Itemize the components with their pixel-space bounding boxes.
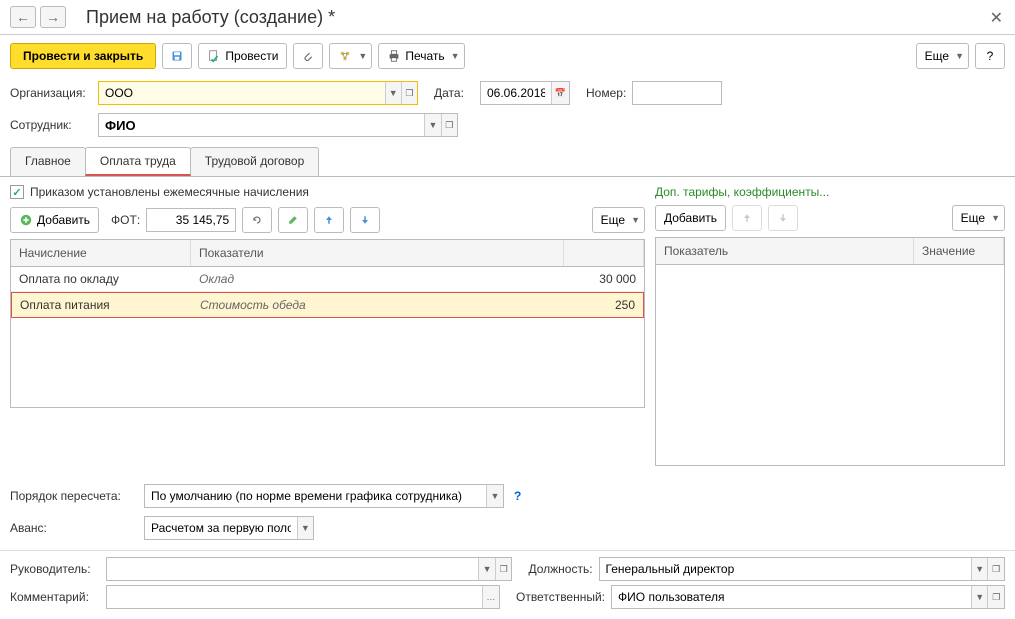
paperclip-icon <box>302 49 314 63</box>
chevron-down-icon[interactable]: ▼ <box>971 558 988 580</box>
fot-input[interactable] <box>146 208 236 232</box>
table-row[interactable]: Оплата питания Стоимость обеда 250 <box>11 292 644 318</box>
tab-content: ✓ Приказом установлены ежемесячные начис… <box>0 176 1015 474</box>
footer: Руководитель: ▼ ❐ Должность: ▼ ❐ Коммент… <box>0 550 1015 619</box>
chevron-down-icon[interactable]: ▼ <box>478 558 495 580</box>
help-icon[interactable]: ? <box>514 489 521 503</box>
move-up-right-button[interactable] <box>732 205 762 231</box>
accruals-grid: Начисление Показатели Оплата по окладу О… <box>10 239 645 408</box>
close-icon[interactable]: ✕ <box>990 8 1003 28</box>
indicators-grid: Показатель Значение <box>655 237 1005 466</box>
chevron-down-icon: ▼ <box>358 51 367 61</box>
plus-icon <box>19 213 33 227</box>
attach-button[interactable] <box>293 43 323 69</box>
ellipsis-icon[interactable]: … <box>482 586 499 608</box>
refresh-button[interactable] <box>242 207 272 233</box>
submit-close-button[interactable]: Провести и закрыть <box>10 43 156 69</box>
arrow-down-icon <box>359 213 371 227</box>
save-icon <box>171 49 183 63</box>
move-up-button[interactable] <box>314 207 344 233</box>
add-accrual-button[interactable]: Добавить <box>10 207 99 233</box>
table-row[interactable]: Оплата по окладу Оклад 30 000 <box>11 267 644 292</box>
process-icon <box>207 49 221 63</box>
open-icon[interactable]: ❐ <box>495 558 512 580</box>
responsible-input[interactable]: ▼ ❐ <box>611 585 1005 609</box>
open-icon[interactable]: ❐ <box>987 558 1004 580</box>
chevron-down-icon: ▼ <box>955 51 964 61</box>
move-down-right-button[interactable] <box>768 205 798 231</box>
manager-label: Руководитель: <box>10 562 100 576</box>
nav-forward-button[interactable]: → <box>40 6 66 28</box>
more-accruals-button[interactable]: Еще ▼ <box>592 207 645 233</box>
number-label: Номер: <box>586 86 626 100</box>
chevron-down-icon: ▼ <box>631 215 640 225</box>
position-label: Должность: <box>528 562 592 576</box>
pencil-icon <box>287 213 299 227</box>
arrow-down-icon <box>777 211 789 225</box>
tab-contract[interactable]: Трудовой договор <box>190 147 319 176</box>
tabs: Главное Оплата труда Трудовой договор <box>0 147 1015 176</box>
responsible-label: Ответственный: <box>516 590 605 604</box>
related-icon <box>338 49 352 63</box>
employee-input[interactable]: ▼ ❐ <box>98 113 458 137</box>
chevron-down-icon[interactable]: ▼ <box>297 517 313 539</box>
col-value: Значение <box>914 238 1004 264</box>
chevron-down-icon[interactable]: ▼ <box>424 114 440 136</box>
monthly-accruals-checkbox[interactable]: ✓ <box>10 185 24 199</box>
open-icon[interactable]: ❐ <box>987 586 1004 608</box>
fot-label: ФОТ: <box>111 213 140 227</box>
col-accrual: Начисление <box>11 240 191 266</box>
comment-input[interactable]: … <box>106 585 500 609</box>
more-right-button[interactable]: Еще ▼ <box>952 205 1005 231</box>
edit-button[interactable] <box>278 207 308 233</box>
refresh-icon <box>251 213 263 227</box>
move-down-button[interactable] <box>350 207 380 233</box>
main-toolbar: Провести и закрыть Провести ▼ Печать ▼ Е… <box>0 35 1015 77</box>
print-button[interactable]: Печать ▼ <box>378 43 464 69</box>
col-indicator: Показатель <box>656 238 914 264</box>
process-button[interactable]: Провести <box>198 43 287 69</box>
print-icon <box>387 49 401 63</box>
col-indicators: Показатели <box>191 240 564 266</box>
tab-payment[interactable]: Оплата труда <box>85 147 191 176</box>
arrow-up-icon <box>323 213 335 227</box>
related-button[interactable]: ▼ <box>329 43 372 69</box>
date-label: Дата: <box>434 86 474 100</box>
org-input[interactable]: ▼ ❐ <box>98 81 418 105</box>
chevron-down-icon: ▼ <box>991 213 1000 223</box>
nav-back-button[interactable]: ← <box>10 6 36 28</box>
org-label: Организация: <box>10 86 92 100</box>
chevron-down-icon[interactable]: ▼ <box>486 485 503 507</box>
recalc-label: Порядок пересчета: <box>10 489 138 503</box>
arrow-up-icon <box>741 211 753 225</box>
comment-label: Комментарий: <box>10 590 100 604</box>
manager-input[interactable]: ▼ ❐ <box>106 557 512 581</box>
help-button[interactable]: ? <box>975 43 1005 69</box>
more-button[interactable]: Еще ▼ <box>916 43 969 69</box>
titlebar: ← → Прием на работу (создание) * ✕ <box>0 0 1015 35</box>
advance-select[interactable]: ▼ <box>144 516 314 540</box>
chevron-down-icon: ▼ <box>451 51 460 61</box>
advance-label: Аванс: <box>10 521 138 535</box>
recalc-select[interactable]: ▼ <box>144 484 504 508</box>
date-input[interactable]: 📅 <box>480 81 570 105</box>
extra-rates-link[interactable]: Доп. тарифы, коэффициенты... <box>655 185 1005 199</box>
employee-label: Сотрудник: <box>10 118 92 132</box>
open-icon[interactable]: ❐ <box>441 114 457 136</box>
tab-main[interactable]: Главное <box>10 147 86 176</box>
number-input[interactable] <box>632 81 722 105</box>
monthly-accruals-label: Приказом установлены ежемесячные начисле… <box>30 185 309 199</box>
chevron-down-icon[interactable]: ▼ <box>971 586 988 608</box>
save-button[interactable] <box>162 43 192 69</box>
page-title: Прием на работу (создание) * <box>86 7 335 28</box>
calendar-icon[interactable]: 📅 <box>551 82 569 104</box>
chevron-down-icon[interactable]: ▼ <box>385 82 401 104</box>
add-indicator-button[interactable]: Добавить <box>655 205 726 231</box>
open-icon[interactable]: ❐ <box>401 82 417 104</box>
position-input[interactable]: ▼ ❐ <box>599 557 1005 581</box>
